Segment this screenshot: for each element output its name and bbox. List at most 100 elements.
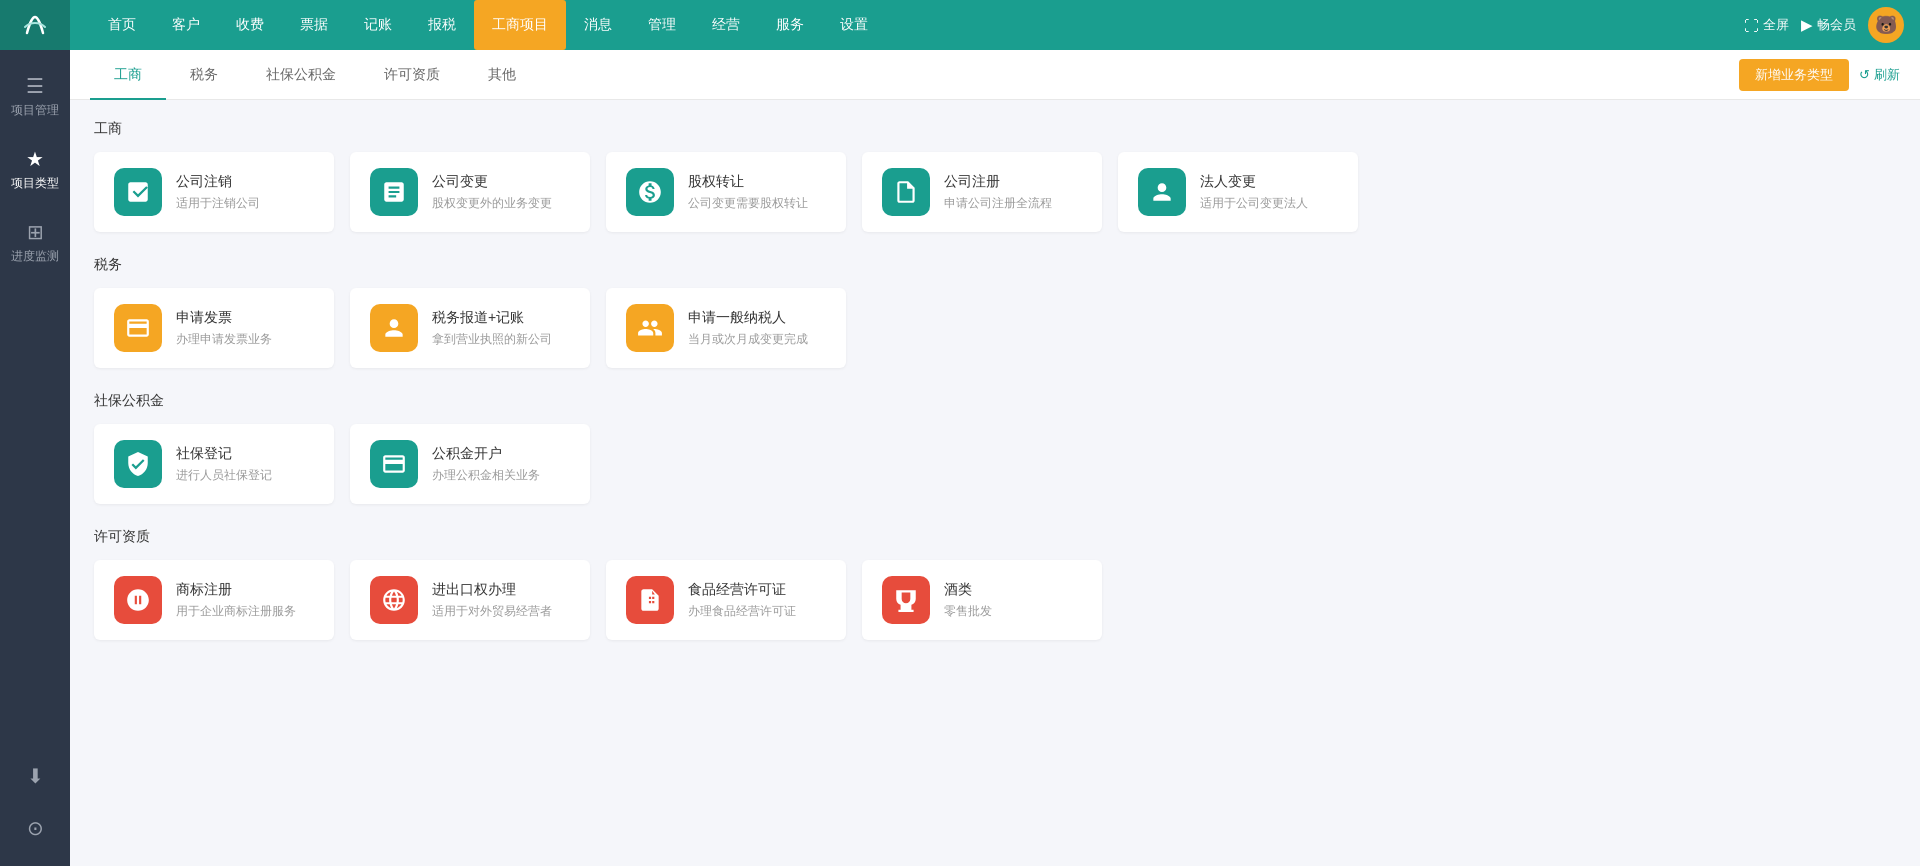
new-type-button[interactable]: 新增业务类型 (1739, 59, 1849, 91)
company-cancel-icon-wrap (114, 168, 162, 216)
company-register-icon-wrap (882, 168, 930, 216)
apply-invoice-icon-wrap (114, 304, 162, 352)
equity-transfer-title: 股权转让 (688, 173, 826, 191)
tax-report-icon-wrap (370, 304, 418, 352)
nav-accounting[interactable]: 记账 (346, 0, 410, 50)
card-equity-transfer[interactable]: 股权转让 公司变更需要股权转让 (606, 152, 846, 232)
social-insurance-icon-wrap (114, 440, 162, 488)
provident-fund-desc: 办理公积金相关业务 (432, 467, 570, 484)
nav-items: 首页 客户 收费 票据 记账 报税 工商项目 消息 管理 经营 服务 设置 (70, 0, 1744, 50)
cards-grid-gongshang: 公司注销 适用于注销公司 公司变更 股权变更外的业务变更 (94, 152, 1896, 232)
food-license-icon-wrap (626, 576, 674, 624)
alcohol-title: 酒类 (944, 581, 1082, 599)
section-shebao: 社保公积金 社保登记 进行人员社保登记 (94, 392, 1896, 504)
sidebar-item-progress[interactable]: ⊞ 进度监测 (0, 206, 70, 279)
tab-xuke[interactable]: 许可资质 (360, 51, 464, 100)
card-company-change[interactable]: 公司变更 股权变更外的业务变更 (350, 152, 590, 232)
section-title-gongshang: 工商 (94, 120, 1896, 138)
vip-icon: ▶ (1801, 16, 1813, 34)
logo-area (0, 0, 70, 50)
section-title-shuiwu: 税务 (94, 256, 1896, 274)
nav-industry[interactable]: 工商项目 (474, 0, 566, 50)
sidebar-item-project-type[interactable]: ★ 项目类型 (0, 133, 70, 206)
nav-settings[interactable]: 设置 (822, 0, 886, 50)
nav-message[interactable]: 消息 (566, 0, 630, 50)
legal-person-desc: 适用于公司变更法人 (1200, 195, 1338, 212)
cards-grid-shebao: 社保登记 进行人员社保登记 公积金开户 办理公积金相关业务 (94, 424, 1896, 504)
import-export-desc: 适用于对外贸易经营者 (432, 603, 570, 620)
tab-shebao[interactable]: 社保公积金 (242, 51, 360, 100)
main-layout: ☰ 项目管理 ★ 项目类型 ⊞ 进度监测 ⬇ ⊙ 工商 税务 社保公积金 (0, 50, 1920, 866)
nav-operation[interactable]: 经营 (694, 0, 758, 50)
card-alcohol[interactable]: 酒类 零售批发 (862, 560, 1102, 640)
legal-person-title: 法人变更 (1200, 173, 1338, 191)
sidebar-label-project-manage: 项目管理 (11, 102, 59, 119)
company-cancel-desc: 适用于注销公司 (176, 195, 314, 212)
import-export-icon-wrap (370, 576, 418, 624)
provident-fund-title: 公积金开户 (432, 445, 570, 463)
sidebar-item-project-manage[interactable]: ☰ 项目管理 (0, 60, 70, 133)
download-icon: ⬇ (27, 764, 44, 788)
legal-person-icon-wrap (1138, 168, 1186, 216)
company-change-desc: 股权变更外的业务变更 (432, 195, 570, 212)
project-type-icon: ★ (26, 147, 44, 171)
card-food-license[interactable]: 食品经营许可证 办理食品经营许可证 (606, 560, 846, 640)
company-register-desc: 申请公司注册全流程 (944, 195, 1082, 212)
main-content[interactable]: 工商 公司注销 适用于注销公司 (70, 100, 1920, 866)
card-tax-report[interactable]: 税务报道+记账 拿到营业执照的新公司 (350, 288, 590, 368)
top-navbar: 首页 客户 收费 票据 记账 报税 工商项目 消息 管理 经营 服务 设置 ⛶ … (0, 0, 1920, 50)
company-change-title: 公司变更 (432, 173, 570, 191)
card-apply-invoice[interactable]: 申请发票 办理申请发票业务 (94, 288, 334, 368)
cards-grid-xuke: 商标注册 用于企业商标注册服务 进出口权办理 适用于对外贸易经营者 (94, 560, 1896, 640)
card-provident-fund[interactable]: 公积金开户 办理公积金相关业务 (350, 424, 590, 504)
tab-gongshang[interactable]: 工商 (90, 51, 166, 100)
section-gongshang: 工商 公司注销 适用于注销公司 (94, 120, 1896, 232)
tab-other[interactable]: 其他 (464, 51, 540, 100)
general-taxpayer-desc: 当月或次月成变更完成 (688, 331, 826, 348)
trademark-title: 商标注册 (176, 581, 314, 599)
sidebar-label-progress: 进度监测 (11, 248, 59, 265)
apply-invoice-desc: 办理申请发票业务 (176, 331, 314, 348)
sidebar-label-project-type: 项目类型 (11, 175, 59, 192)
import-export-title: 进出口权办理 (432, 581, 570, 599)
card-company-register[interactable]: 公司注册 申请公司注册全流程 (862, 152, 1102, 232)
card-general-taxpayer[interactable]: 申请一般纳税人 当月或次月成变更完成 (606, 288, 846, 368)
food-license-title: 食品经营许可证 (688, 581, 826, 599)
content-area: 工商 税务 社保公积金 许可资质 其他 新增业务类型 ↺ 刷新 工商 (70, 50, 1920, 866)
sidebar-download-button[interactable]: ⬇ (0, 754, 70, 798)
sidebar-gear-button[interactable]: ⊙ (0, 806, 70, 850)
general-taxpayer-title: 申请一般纳税人 (688, 309, 826, 327)
card-trademark[interactable]: 商标注册 用于企业商标注册服务 (94, 560, 334, 640)
card-legal-person-change[interactable]: 法人变更 适用于公司变更法人 (1118, 152, 1358, 232)
sidebar: ☰ 项目管理 ★ 项目类型 ⊞ 进度监测 ⬇ ⊙ (0, 50, 70, 866)
sidebar-bottom: ⬇ ⊙ (0, 754, 70, 866)
alcohol-icon-wrap (882, 576, 930, 624)
fullscreen-button[interactable]: ⛶ 全屏 (1744, 16, 1789, 34)
gear-icon: ⊙ (27, 816, 44, 840)
refresh-button[interactable]: ↺ 刷新 (1859, 66, 1900, 84)
avatar[interactable]: 🐻 (1868, 7, 1904, 43)
company-change-icon-wrap (370, 168, 418, 216)
tab-shuiwu[interactable]: 税务 (166, 51, 242, 100)
social-insurance-title: 社保登记 (176, 445, 314, 463)
nav-home[interactable]: 首页 (90, 0, 154, 50)
trademark-icon-wrap (114, 576, 162, 624)
nav-service[interactable]: 服务 (758, 0, 822, 50)
card-company-cancel[interactable]: 公司注销 适用于注销公司 (94, 152, 334, 232)
nav-tax[interactable]: 报税 (410, 0, 474, 50)
nav-fee[interactable]: 收费 (218, 0, 282, 50)
nav-manage[interactable]: 管理 (630, 0, 694, 50)
vip-button[interactable]: ▶ 畅会员 (1801, 16, 1856, 34)
tab-actions: 新增业务类型 ↺ 刷新 (1739, 59, 1900, 91)
tab-bar: 工商 税务 社保公积金 许可资质 其他 新增业务类型 ↺ 刷新 (70, 50, 1920, 100)
card-import-export[interactable]: 进出口权办理 适用于对外贸易经营者 (350, 560, 590, 640)
tax-report-desc: 拿到营业执照的新公司 (432, 331, 570, 348)
cards-grid-shuiwu: 申请发票 办理申请发票业务 税务报道+记账 拿到营业执照的新公司 (94, 288, 1896, 368)
company-register-title: 公司注册 (944, 173, 1082, 191)
section-title-shebao: 社保公积金 (94, 392, 1896, 410)
card-social-insurance[interactable]: 社保登记 进行人员社保登记 (94, 424, 334, 504)
refresh-icon: ↺ (1859, 67, 1870, 82)
nav-bill[interactable]: 票据 (282, 0, 346, 50)
nav-client[interactable]: 客户 (154, 0, 218, 50)
food-license-desc: 办理食品经营许可证 (688, 603, 826, 620)
